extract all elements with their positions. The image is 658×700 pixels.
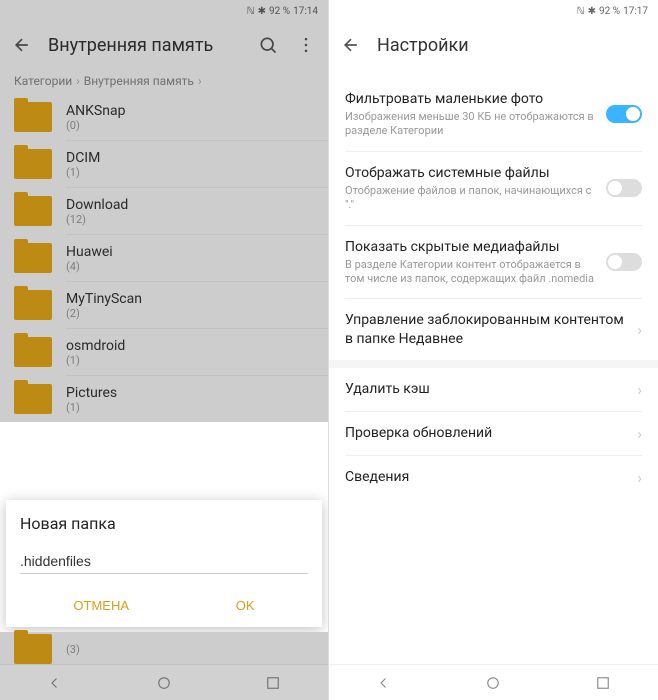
setting-title: Сведения — [345, 468, 627, 486]
setting-desc: Изображения меньше 30 КБ не отображаются… — [345, 110, 596, 139]
page-title: Настройки — [377, 35, 648, 56]
folder-count: (1) — [66, 401, 314, 414]
time-text: 17:17 — [623, 6, 648, 17]
chevron-right-icon: › — [637, 380, 642, 399]
status-bar: ℕ ✱ 92 % 17:14 — [0, 0, 328, 22]
breadcrumb-item[interactable]: Внутренняя память — [84, 74, 194, 88]
folder-row[interactable]: Huawei (4) — [0, 235, 328, 281]
folder-icon — [14, 634, 52, 664]
folder-icon — [14, 149, 52, 179]
chevron-right-icon: › — [637, 468, 642, 487]
setting-desc: Отображение файлов и папок, начинающихся… — [345, 184, 596, 213]
folder-icon — [14, 102, 52, 132]
setting-title: Проверка обновлений — [345, 424, 627, 442]
navbar — [0, 664, 328, 700]
breadcrumb[interactable]: Категории › Внутренняя память › — [0, 68, 328, 94]
folder-row[interactable]: ANKSnap (0) — [0, 94, 328, 140]
nav-recent-icon[interactable] — [594, 674, 612, 692]
setting-row[interactable]: Показать скрытые медиафайлы В разделе Ка… — [329, 226, 658, 299]
setting-row[interactable]: Управление заблокированным контентом в п… — [329, 299, 658, 359]
folder-icon — [14, 196, 52, 226]
setting-row[interactable]: Удалить кэш › — [329, 368, 658, 411]
setting-row[interactable]: Фильтровать маленькие фото Изображения м… — [329, 78, 658, 151]
nfc-icon: ℕ — [247, 6, 255, 17]
folder-count: (1) — [66, 354, 314, 367]
battery-text: 92 % — [599, 6, 620, 17]
nav-recent-icon[interactable] — [264, 674, 282, 692]
setting-title: Управление заблокированным контентом в п… — [345, 311, 627, 347]
folder-count: (1) — [66, 166, 314, 179]
chevron-right-icon: › — [637, 424, 642, 443]
setting-row[interactable]: Отображать системные файлы Отображение ф… — [329, 152, 658, 225]
nav-back-icon[interactable] — [375, 674, 393, 692]
setting-row[interactable]: Проверка обновлений › — [329, 412, 658, 455]
bluetooth-icon: ✱ — [258, 6, 266, 17]
chevron-right-icon: › — [198, 74, 202, 88]
page-title: Внутренняя память — [48, 35, 242, 56]
settings-section: Фильтровать маленькие фото Изображения м… — [329, 78, 658, 360]
nav-home-icon[interactable] — [484, 674, 502, 692]
toggle-switch[interactable] — [606, 179, 642, 197]
nav-home-icon[interactable] — [155, 674, 173, 692]
folder-row[interactable]: DCIM (1) — [0, 141, 328, 187]
setting-title: Удалить кэш — [345, 380, 627, 398]
appbar: Внутренняя память — [0, 22, 328, 68]
folder-row[interactable]: osmdroid (1) — [0, 329, 328, 375]
setting-title: Показать скрытые медиафайлы — [345, 238, 596, 256]
chevron-right-icon: › — [637, 320, 642, 339]
folder-row[interactable]: Pictures (1) — [0, 376, 328, 422]
setting-title: Фильтровать маленькие фото — [345, 90, 596, 108]
settings-section: Удалить кэш › Проверка обновлений › Свед… — [329, 368, 658, 499]
folder-count: (0) — [66, 119, 314, 132]
nav-back-icon[interactable] — [46, 674, 64, 692]
folder-name: Huawei — [66, 244, 314, 260]
folder-name: Pictures — [66, 385, 314, 401]
bluetooth-icon: ✱ — [588, 6, 596, 17]
folder-name: MyTinyScan — [66, 291, 314, 307]
chevron-right-icon: › — [76, 74, 80, 88]
setting-desc: В разделе Категории контент отображается… — [345, 258, 596, 287]
navbar — [329, 664, 658, 700]
folder-count: (4) — [66, 260, 314, 273]
folder-icon — [14, 384, 52, 414]
setting-row[interactable]: Сведения › — [329, 456, 658, 499]
new-folder-dialog: Новая папка ОТМЕНА OK — [6, 500, 322, 627]
more-icon[interactable] — [294, 33, 318, 57]
cancel-button[interactable]: ОТМЕНА — [53, 588, 149, 623]
battery-text: 92 % — [269, 6, 290, 17]
nfc-icon: ℕ — [577, 6, 585, 17]
setting-title: Отображать системные файлы — [345, 164, 596, 182]
search-icon[interactable] — [256, 33, 280, 57]
time-text: 17:14 — [293, 6, 318, 17]
folder-count: (3) — [66, 643, 314, 656]
appbar: Настройки — [329, 22, 658, 68]
folder-row[interactable]: Download (12) — [0, 188, 328, 234]
folder-count: (12) — [66, 213, 314, 226]
folder-name-input[interactable] — [20, 549, 308, 574]
toggle-switch[interactable] — [606, 253, 642, 271]
folder-row[interactable]: MyTinyScan (2) — [0, 282, 328, 328]
back-icon[interactable] — [339, 33, 363, 57]
dialog-title: Новая папка — [20, 514, 308, 533]
folder-name: Download — [66, 197, 314, 213]
breadcrumb-item[interactable]: Категории — [14, 74, 72, 88]
folder-count: (2) — [66, 307, 314, 320]
folder-icon — [14, 337, 52, 367]
toggle-switch[interactable] — [606, 105, 642, 123]
folder-name: ANKSnap — [66, 103, 314, 119]
status-bar: ℕ ✱ 92 % 17:17 — [329, 0, 658, 22]
folder-name: osmdroid — [66, 338, 314, 354]
back-icon[interactable] — [10, 33, 34, 57]
folder-name: DCIM — [66, 150, 314, 166]
folder-icon — [14, 243, 52, 273]
folder-list: ANKSnap (0) DCIM (1) Download (12) Huawe… — [0, 94, 328, 422]
ok-button[interactable]: OK — [216, 588, 275, 623]
folder-icon — [14, 290, 52, 320]
